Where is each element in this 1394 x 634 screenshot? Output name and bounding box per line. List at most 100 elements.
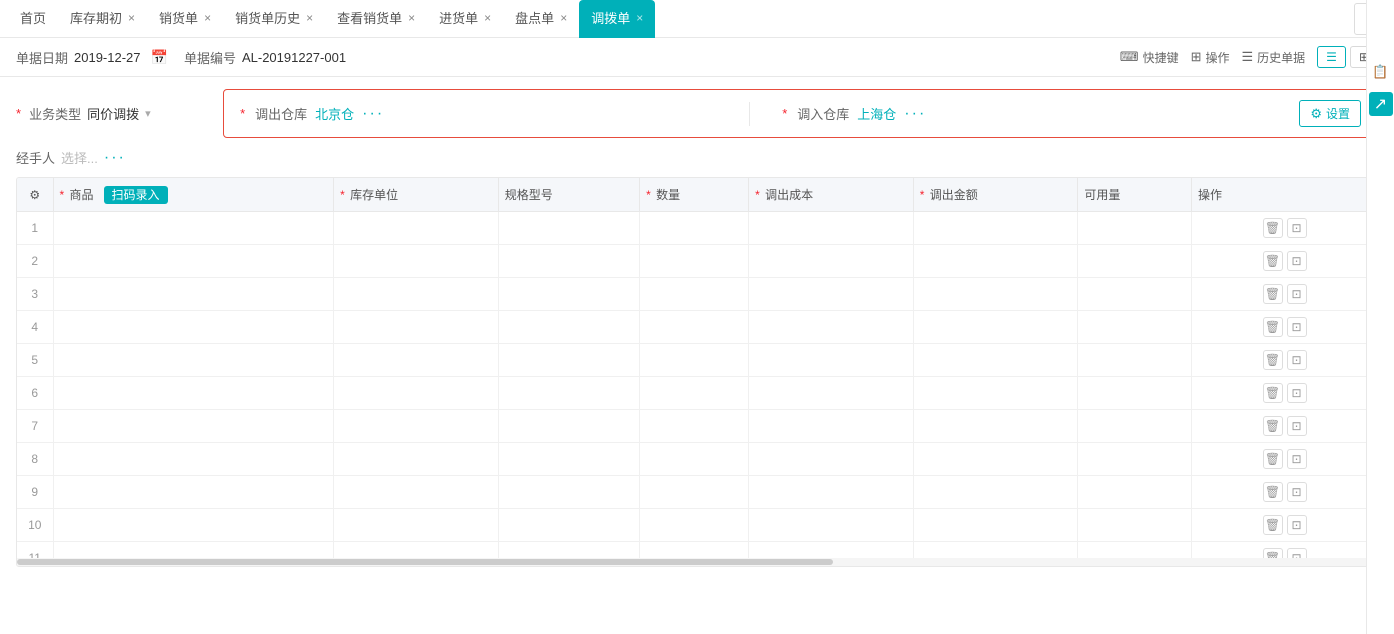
available-cell[interactable]	[1078, 344, 1192, 377]
spec-cell[interactable]	[498, 476, 639, 509]
amount-cell[interactable]	[913, 311, 1078, 344]
spec-cell[interactable]	[498, 212, 639, 245]
copy-icon[interactable]: ⊡	[1287, 515, 1307, 535]
unit-cell[interactable]	[334, 509, 499, 542]
th-gear[interactable]: ⚙	[17, 178, 53, 212]
qty-cell[interactable]	[640, 476, 749, 509]
person-select[interactable]: 选择...	[61, 148, 98, 167]
delete-icon[interactable]: 🗑	[1263, 383, 1283, 403]
copy-icon[interactable]: ⊡	[1287, 383, 1307, 403]
copy-icon[interactable]: ⊡	[1287, 284, 1307, 304]
product-cell[interactable]	[53, 476, 334, 509]
available-cell[interactable]	[1078, 311, 1192, 344]
copy-icon[interactable]: ⊡	[1287, 416, 1307, 436]
available-cell[interactable]	[1078, 212, 1192, 245]
history-button[interactable]: ☰ 历史单据	[1242, 49, 1306, 66]
unit-cell[interactable]	[334, 245, 499, 278]
list-view-button[interactable]: ☰	[1317, 46, 1346, 68]
delete-icon[interactable]: 🗑	[1263, 350, 1283, 370]
spec-cell[interactable]	[498, 311, 639, 344]
qty-cell[interactable]	[640, 509, 749, 542]
delete-icon[interactable]: 🗑	[1263, 449, 1283, 469]
unit-cell[interactable]	[334, 443, 499, 476]
horizontal-scrollbar[interactable]	[17, 558, 1377, 566]
qty-cell[interactable]	[640, 245, 749, 278]
transfer-out-more-button[interactable]: ···	[362, 105, 384, 123]
unit-cell[interactable]	[334, 344, 499, 377]
unit-cell[interactable]	[334, 311, 499, 344]
tab-sales-order[interactable]: 销货单 ×	[147, 0, 223, 38]
spec-cell[interactable]	[498, 377, 639, 410]
delete-icon[interactable]: 🗑	[1263, 416, 1283, 436]
tab-close-sales-order[interactable]: ×	[204, 11, 211, 25]
tab-close-view-sales[interactable]: ×	[408, 11, 415, 25]
amount-cell[interactable]	[913, 476, 1078, 509]
tab-purchase-order[interactable]: 进货单 ×	[427, 0, 503, 38]
settings-button[interactable]: ⚙ 设置	[1299, 100, 1361, 127]
cost-cell[interactable]	[749, 212, 914, 245]
delete-icon[interactable]: 🗑	[1263, 251, 1283, 271]
scrollbar-thumb[interactable]	[17, 559, 833, 565]
delete-icon[interactable]: 🗑	[1263, 218, 1283, 238]
copy-icon[interactable]: ⊡	[1287, 218, 1307, 238]
product-cell[interactable]	[53, 509, 334, 542]
amount-cell[interactable]	[913, 278, 1078, 311]
product-cell[interactable]	[53, 377, 334, 410]
amount-cell[interactable]	[913, 344, 1078, 377]
qty-cell[interactable]	[640, 377, 749, 410]
transfer-in-more-button[interactable]: ···	[904, 105, 926, 123]
copy-icon[interactable]: ⊡	[1287, 548, 1307, 558]
available-cell[interactable]	[1078, 443, 1192, 476]
amount-cell[interactable]	[913, 245, 1078, 278]
tab-sales-history[interactable]: 销货单历史 ×	[223, 0, 325, 38]
shortcut-button[interactable]: ⌨ 快捷键	[1120, 49, 1179, 66]
tab-inventory-count[interactable]: 盘点单 ×	[503, 0, 579, 38]
cost-cell[interactable]	[749, 476, 914, 509]
qty-cell[interactable]	[640, 443, 749, 476]
qty-cell[interactable]	[640, 278, 749, 311]
copy-icon[interactable]: ⊡	[1287, 251, 1307, 271]
cost-cell[interactable]	[749, 278, 914, 311]
unit-cell[interactable]	[334, 476, 499, 509]
qty-cell[interactable]	[640, 212, 749, 245]
biz-type-select[interactable]: 同价调拨 ▾	[87, 104, 207, 123]
available-cell[interactable]	[1078, 509, 1192, 542]
cost-cell[interactable]	[749, 509, 914, 542]
unit-cell[interactable]	[334, 542, 499, 559]
tab-transfer-order[interactable]: 调拨单 ×	[579, 0, 655, 38]
person-more-button[interactable]: ···	[104, 149, 126, 167]
scan-button[interactable]: 扫码录入	[104, 186, 168, 204]
available-cell[interactable]	[1078, 542, 1192, 559]
sidebar-export-button[interactable]: ↗	[1369, 92, 1393, 116]
amount-cell[interactable]	[913, 509, 1078, 542]
tab-close-transfer-order[interactable]: ×	[636, 11, 643, 25]
column-settings-icon[interactable]: ⚙	[29, 188, 40, 202]
available-cell[interactable]	[1078, 245, 1192, 278]
available-cell[interactable]	[1078, 476, 1192, 509]
unit-cell[interactable]	[334, 212, 499, 245]
cost-cell[interactable]	[749, 542, 914, 559]
spec-cell[interactable]	[498, 509, 639, 542]
spec-cell[interactable]	[498, 245, 639, 278]
delete-icon[interactable]: 🗑	[1263, 515, 1283, 535]
tab-view-sales[interactable]: 查看销货单 ×	[325, 0, 427, 38]
amount-cell[interactable]	[913, 212, 1078, 245]
amount-cell[interactable]	[913, 542, 1078, 559]
copy-icon[interactable]: ⊡	[1287, 317, 1307, 337]
sidebar-notes-button[interactable]: 📋	[1369, 60, 1393, 84]
qty-cell[interactable]	[640, 311, 749, 344]
unit-cell[interactable]	[334, 410, 499, 443]
tab-close-inventory-init[interactable]: ×	[128, 11, 135, 25]
amount-cell[interactable]	[913, 377, 1078, 410]
tab-close-purchase-order[interactable]: ×	[484, 11, 491, 25]
copy-icon[interactable]: ⊡	[1287, 449, 1307, 469]
product-cell[interactable]	[53, 410, 334, 443]
tab-home[interactable]: 首页	[8, 0, 58, 38]
spec-cell[interactable]	[498, 410, 639, 443]
available-cell[interactable]	[1078, 410, 1192, 443]
delete-icon[interactable]: 🗑	[1263, 284, 1283, 304]
unit-cell[interactable]	[334, 377, 499, 410]
product-cell[interactable]	[53, 344, 334, 377]
tab-close-inventory-count[interactable]: ×	[560, 11, 567, 25]
delete-icon[interactable]: 🗑	[1263, 482, 1283, 502]
